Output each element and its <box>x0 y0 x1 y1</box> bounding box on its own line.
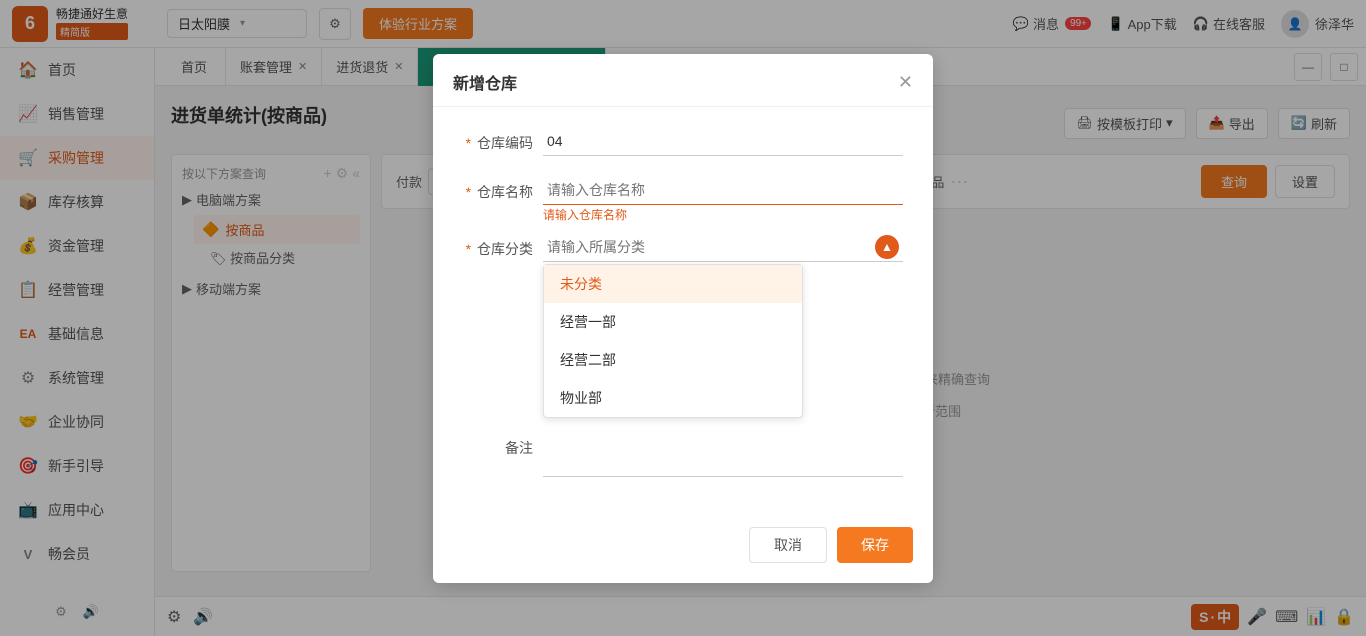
save-button[interactable]: 保存 <box>837 527 913 563</box>
new-warehouse-dialog: 新增仓库 ✕ * 仓库编码 * 仓库名称 请输入仓库名称 <box>433 54 933 583</box>
dialog-footer: 取消 保存 <box>433 517 933 583</box>
dialog-header: 新增仓库 ✕ <box>433 54 933 107</box>
category-input[interactable] <box>543 233 903 262</box>
category-dropdown-arrow[interactable]: ▲ <box>875 235 899 259</box>
category-select-wrapper: ▲ 未分类 经营一部 经营二部 物业部 <box>543 233 903 262</box>
category-dropdown-list: 未分类 经营一部 经营二部 物业部 <box>543 264 803 418</box>
category-required-star: * <box>466 241 471 257</box>
form-row-remark: 备注 <box>463 432 903 477</box>
dialog-title: 新增仓库 <box>453 70 517 94</box>
remark-label: 备注 <box>463 432 543 458</box>
form-row-name: * 仓库名称 请输入仓库名称 <box>463 176 903 205</box>
dropdown-option-property[interactable]: 物业部 <box>544 379 802 417</box>
dropdown-option-uncategorized[interactable]: 未分类 <box>544 265 802 303</box>
category-label: * 仓库分类 <box>463 233 543 259</box>
warehouse-name-input[interactable] <box>543 176 903 205</box>
name-label: * 仓库名称 <box>463 176 543 202</box>
form-row-code: * 仓库编码 <box>463 127 903 156</box>
code-label: * 仓库编码 <box>463 127 543 153</box>
name-required-star: * <box>466 184 471 200</box>
remark-textarea[interactable] <box>543 432 903 477</box>
overlay: 新增仓库 ✕ * 仓库编码 * 仓库名称 请输入仓库名称 <box>0 0 1366 636</box>
form-row-category: * 仓库分类 ▲ 未分类 经营一部 经营二部 <box>463 233 903 262</box>
dropdown-option-dept1[interactable]: 经营一部 <box>544 303 802 341</box>
dialog-body: * 仓库编码 * 仓库名称 请输入仓库名称 * <box>433 107 933 517</box>
dialog-close-button[interactable]: ✕ <box>898 73 913 91</box>
dropdown-option-dept2[interactable]: 经营二部 <box>544 341 802 379</box>
name-error-message: 请输入仓库名称 <box>543 206 627 223</box>
warehouse-code-input[interactable] <box>543 127 903 156</box>
code-required-star: * <box>466 135 471 151</box>
cancel-button[interactable]: 取消 <box>749 527 827 563</box>
